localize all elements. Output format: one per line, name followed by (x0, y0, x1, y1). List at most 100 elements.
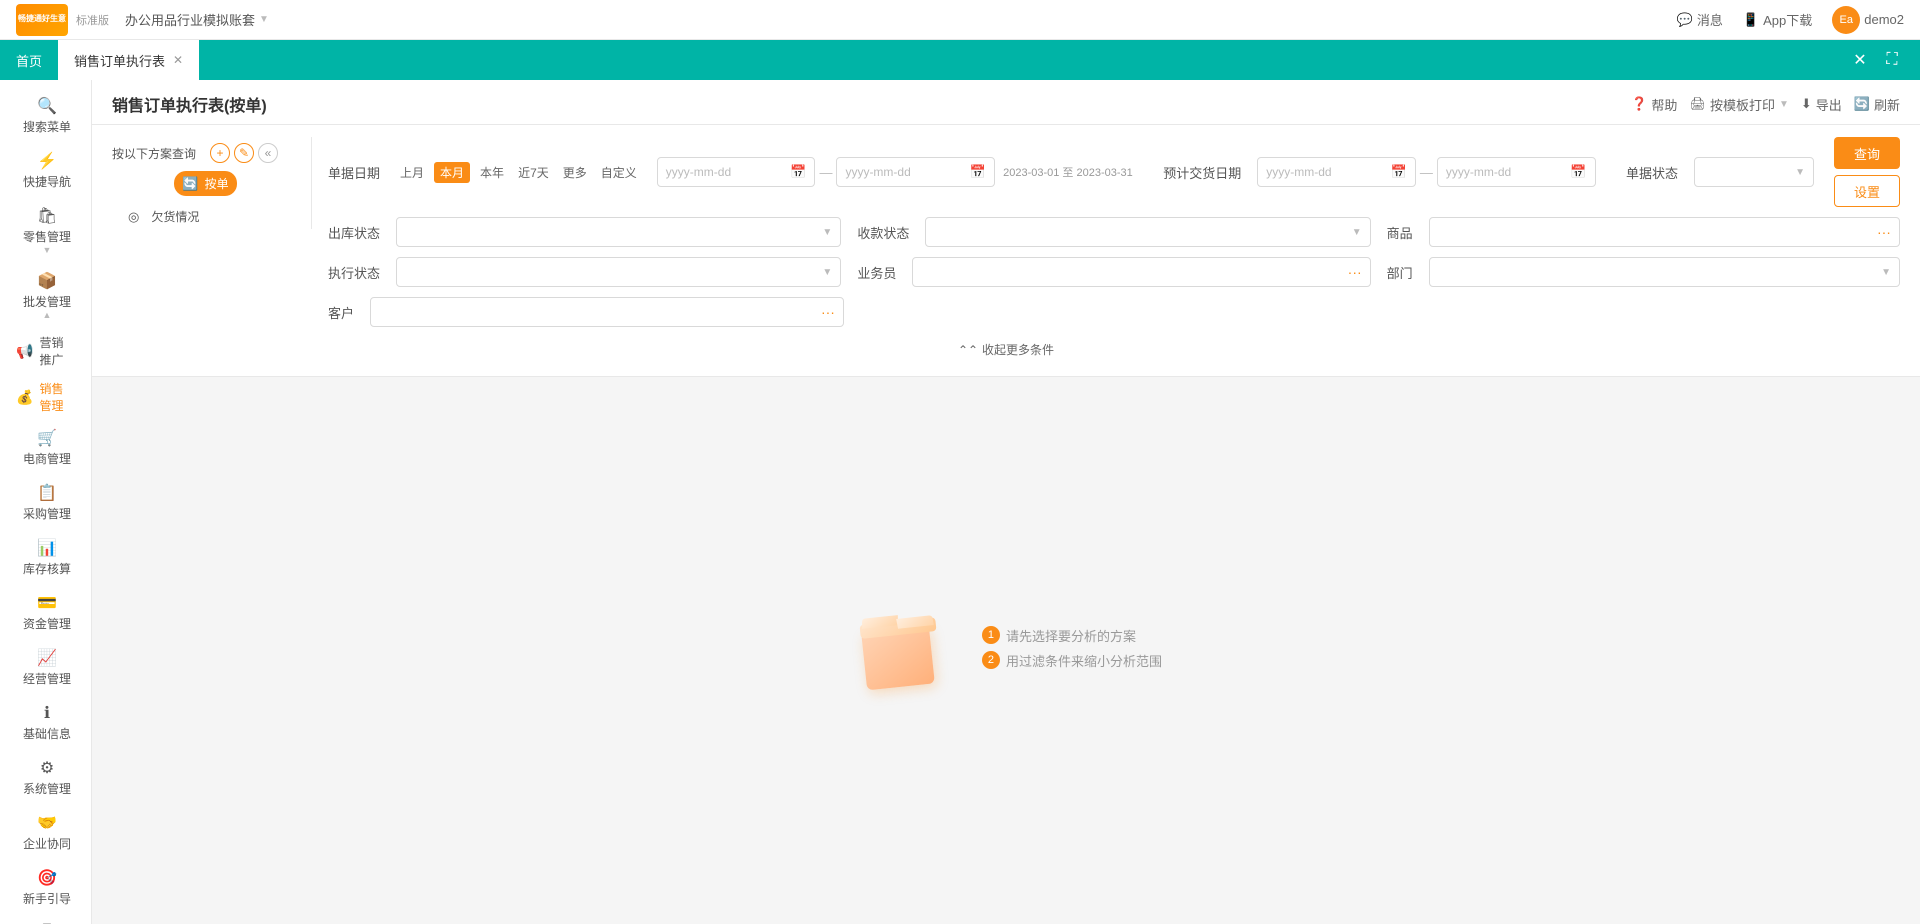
tab-sales-order[interactable]: 销售订单执行表 ✕ (58, 40, 199, 80)
search-menu-icon: 🔍 (37, 96, 57, 116)
filter-row-4: 客户 ··· (328, 297, 1900, 327)
date-tab-7days[interactable]: 近7天 (514, 162, 553, 183)
collapse-filter-button[interactable]: ⌃⌃ 收起更多条件 (112, 335, 1900, 364)
delivery-date-start[interactable]: yyyy-mm-dd 📅 (1257, 157, 1416, 187)
sidebar-sub-marketing[interactable]: 📢 营销推广 (0, 328, 91, 374)
date-end-input[interactable]: yyyy-mm-dd 📅 (836, 157, 995, 187)
sidebar-item-inventory[interactable]: 📊 库存核算 (0, 530, 91, 585)
sidebar-item-appstore[interactable]: 📱 应用中心 (0, 915, 91, 924)
sidebar-item-system[interactable]: ⚙ 系统管理 (0, 750, 91, 805)
nav-dropdown[interactable]: 办公用品行业模拟账套 ▼ (125, 10, 269, 29)
date-tab-custom[interactable]: 自定义 (597, 162, 641, 183)
newbie-icon: 🎯 (37, 868, 57, 888)
sidebar-item-search[interactable]: 🔍 搜索菜单 (0, 88, 91, 143)
refresh-button[interactable]: 🔄 刷新 (1854, 95, 1900, 114)
calendar-delivery-end-icon: 📅 (1570, 164, 1586, 180)
customer-selector[interactable]: ··· (370, 297, 844, 327)
sidebar-item-enterprise[interactable]: 🤝 企业协同 (0, 805, 91, 860)
date-filter-row: 单据日期 上月 本月 本年 近7天 更多 自定义 yyyy-mm-dd (328, 137, 1900, 207)
page-header: 销售订单执行表(按单) ❓ 帮助 🖨 按模板打印 ▼ ⬇ 导出 🔄 刷新 (92, 80, 1920, 125)
empty-state: 1 请先选择要分析的方案 2 用过滤条件来缩小分析范围 (92, 377, 1920, 924)
sidebar-item-wholesale[interactable]: 📦 批发管理 ▲ (0, 263, 91, 328)
print-icon: 🖨 (1689, 96, 1706, 112)
salesperson-selector[interactable]: ··· (912, 257, 1370, 287)
sidebar-item-basic[interactable]: ℹ 基础信息 (0, 695, 91, 750)
retail-icon: 🛍 (37, 206, 57, 226)
wholesale-icon: 📦 (37, 271, 57, 291)
help-button[interactable]: ❓ 帮助 (1631, 95, 1677, 114)
tab-close-window-icon[interactable]: ✕ (1848, 48, 1872, 72)
date-tab-more[interactable]: 更多 (559, 162, 591, 183)
delivery-date-range: yyyy-mm-dd 📅 — yyyy-mm-dd 📅 (1257, 157, 1595, 187)
add-scheme-button[interactable]: + (210, 143, 230, 163)
order-status-arrow-icon: ▼ (1795, 167, 1805, 178)
goods-selector[interactable]: ··· (1429, 217, 1900, 247)
print-dropdown-arrow[interactable]: ▼ (1779, 99, 1789, 110)
date-start-input[interactable]: yyyy-mm-dd 📅 (657, 157, 816, 187)
delivery-date-end[interactable]: yyyy-mm-dd 📅 (1437, 157, 1596, 187)
tab-bar: 首页 销售订单执行表 ✕ ✕ ⛶ (0, 40, 1920, 80)
top-bar: 畅捷通好生意 标准版 办公用品行业模拟账套 ▼ 💬 消息 📱 App下载 Ea … (0, 0, 1920, 40)
user-menu[interactable]: Ea demo2 (1832, 6, 1904, 34)
wholesale-arrow-icon: ▲ (43, 310, 52, 320)
basic-icon: ℹ (44, 703, 50, 723)
edit-icon: ✎ (239, 146, 249, 160)
collapse-scheme-button[interactable]: « (258, 143, 278, 163)
empty-step-1: 1 请先选择要分析的方案 (982, 626, 1162, 645)
scheme-item-backorder[interactable]: ◎ 欠货情况 (112, 204, 299, 229)
collapse-icon: « (265, 146, 272, 160)
delivery-status-selector[interactable]: ▼ (396, 217, 841, 247)
backorder-icon: ◎ (128, 209, 139, 225)
filter-panel: 按以下方案查询 + ✎ « (92, 125, 1920, 377)
empty-step-2: 2 用过滤条件来缩小分析范围 (982, 651, 1162, 670)
exec-status-selector[interactable]: ▼ (396, 257, 841, 287)
inventory-icon: 📊 (37, 538, 57, 558)
edit-scheme-button[interactable]: ✎ (234, 143, 254, 163)
nav-dropdown-arrow: ▼ (259, 14, 269, 25)
department-selector[interactable]: ▼ (1429, 257, 1900, 287)
payment-status-arrow-icon: ▼ (1352, 227, 1362, 238)
sidebar-item-newbie[interactable]: 🎯 新手引导 (0, 860, 91, 915)
sidebar-item-finance[interactable]: 💳 资金管理 (0, 585, 91, 640)
order-status-selector[interactable]: ▼ (1694, 157, 1814, 187)
settings-button[interactable]: 设置 (1834, 175, 1900, 207)
customer-dots-icon: ··· (821, 304, 835, 320)
date-tab-thisyear[interactable]: 本年 (476, 162, 508, 183)
payment-status-selector[interactable]: ▼ (925, 217, 1370, 247)
filter-grid-wrap: 单据日期 上月 本月 本年 近7天 更多 自定义 yyyy-mm-dd (328, 137, 1900, 335)
top-bar-right: 💬 消息 📱 App下载 Ea demo2 (1677, 6, 1904, 34)
download-icon: 📱 (1743, 12, 1759, 28)
purchase-icon: 📋 (37, 483, 57, 503)
sidebar-item-retail[interactable]: 🛍 零售管理 ▼ (0, 198, 91, 263)
print-button[interactable]: 🖨 按模板打印 ▼ (1689, 95, 1788, 114)
sales-icon: 💰 (16, 389, 33, 406)
tab-close-icon[interactable]: ✕ (173, 53, 183, 67)
sidebar-sub-sales[interactable]: 💰 销售管理 (0, 374, 91, 420)
query-button[interactable]: 查询 (1834, 137, 1900, 169)
exec-status-arrow-icon: ▼ (822, 267, 832, 278)
date-tab-thismonth[interactable]: 本月 (434, 162, 470, 183)
date-range: yyyy-mm-dd 📅 — yyyy-mm-dd 📅 (657, 157, 995, 187)
tab-bar-actions: ✕ ⛶ (1848, 48, 1920, 72)
messages-button[interactable]: 💬 消息 (1677, 10, 1723, 29)
sidebar-item-purchase[interactable]: 📋 采购管理 (0, 475, 91, 530)
date-tabs: 上月 本月 本年 近7天 更多 自定义 (396, 162, 641, 183)
tab-maximize-icon[interactable]: ⛶ (1880, 48, 1904, 72)
scheme-item-order[interactable]: 🔄 按单 (174, 171, 236, 196)
page-title: 销售订单执行表(按单) (112, 92, 267, 116)
scheme-order-icon: 🔄 (182, 176, 198, 192)
export-icon: ⬇ (1801, 96, 1812, 112)
help-icon: ❓ (1631, 96, 1647, 112)
sidebar-item-ecommerce[interactable]: 🛒 电商管理 (0, 420, 91, 475)
tab-home[interactable]: 首页 (0, 40, 58, 80)
export-button[interactable]: ⬇ 导出 (1801, 95, 1842, 114)
sidebar-item-operations[interactable]: 📈 经营管理 (0, 640, 91, 695)
app-download-button[interactable]: 📱 App下载 (1743, 10, 1812, 29)
collapse-up-icon: ⌃⌃ (958, 343, 978, 357)
top-bar-left: 畅捷通好生意 标准版 办公用品行业模拟账套 ▼ (16, 4, 269, 36)
sidebar-item-shortcut[interactable]: ⚡ 快捷导航 (0, 143, 91, 198)
page-actions: ❓ 帮助 🖨 按模板打印 ▼ ⬇ 导出 🔄 刷新 (1631, 95, 1900, 114)
finance-icon: 💳 (37, 593, 57, 613)
enterprise-icon: 🤝 (37, 813, 57, 833)
date-tab-lastmonth[interactable]: 上月 (396, 162, 428, 183)
